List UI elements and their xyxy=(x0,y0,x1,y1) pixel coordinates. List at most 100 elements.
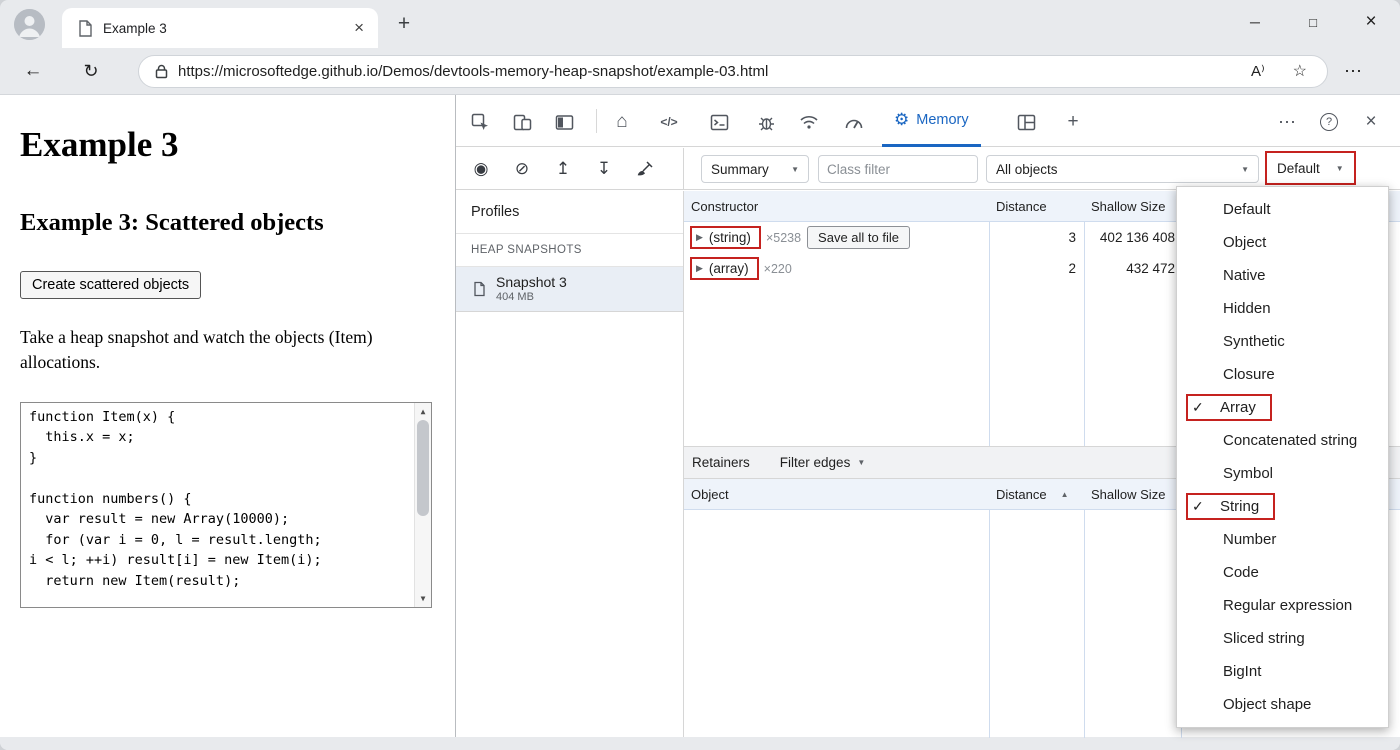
performance-gauge-icon[interactable] xyxy=(841,109,867,135)
filter-edges-select[interactable]: Filter edges ▼ xyxy=(780,455,865,470)
profile-avatar[interactable] xyxy=(14,9,45,40)
memory-tab-label: Memory xyxy=(916,112,968,128)
help-icon[interactable]: ? xyxy=(1316,109,1342,135)
menu-item-regular-expression[interactable]: Regular expression xyxy=(1177,589,1388,622)
sources-icon[interactable]: </> xyxy=(656,109,682,135)
network-wifi-icon[interactable] xyxy=(796,109,822,135)
back-button[interactable]: ← xyxy=(16,54,50,88)
scrollbar-thumb[interactable] xyxy=(417,420,429,516)
favorites-star-icon[interactable]: ☆ xyxy=(1293,61,1307,81)
code-line xyxy=(29,470,405,491)
menu-item-string[interactable]: ✓ String xyxy=(1177,490,1388,523)
window-close-button[interactable]: × xyxy=(1342,0,1400,44)
url-text: https://microsoftedge.github.io/Demos/de… xyxy=(178,63,1251,80)
save-all-to-file-button[interactable]: Save all to file xyxy=(807,226,910,249)
record-heap-snapshot-icon[interactable]: ◉ xyxy=(470,159,492,179)
menu-item-closure[interactable]: Closure xyxy=(1177,358,1388,391)
group-by-select[interactable]: Default ▼ xyxy=(1265,151,1356,185)
dock-side-icon[interactable] xyxy=(551,109,577,135)
column-header-object[interactable]: Object xyxy=(684,479,989,509)
heap-snapshots-heading: HEAP SNAPSHOTS xyxy=(456,234,683,267)
snapshot-icon xyxy=(472,281,487,297)
device-emulation-icon[interactable] xyxy=(509,109,535,135)
code-line: } xyxy=(29,450,405,471)
perspective-select[interactable]: Summary ▼ xyxy=(701,155,809,183)
instance-count: ×5238 xyxy=(766,231,801,245)
shallow-size-value: 402 136 408 xyxy=(1084,230,1181,245)
refresh-button[interactable]: ↻ xyxy=(74,54,108,88)
browser-tab[interactable]: Example 3 × xyxy=(62,8,378,48)
snapshot-size: 404 MB xyxy=(496,291,567,304)
profiles-heading: Profiles xyxy=(456,191,683,234)
menu-item-code[interactable]: Code xyxy=(1177,556,1388,589)
chevron-down-icon: ▼ xyxy=(1241,165,1249,174)
expand-arrow-icon[interactable]: ▶ xyxy=(696,232,703,243)
menu-item-synthetic[interactable]: Synthetic xyxy=(1177,325,1388,358)
menu-item-bigint[interactable]: BigInt xyxy=(1177,655,1388,688)
menu-item-native[interactable]: Native xyxy=(1177,259,1388,292)
code-line: var result = new Array(10000); xyxy=(29,511,405,532)
scroll-down-icon[interactable]: ▼ xyxy=(415,594,431,603)
expand-arrow-icon[interactable]: ▶ xyxy=(696,263,703,274)
chevron-down-icon: ▼ xyxy=(1336,164,1344,173)
snapshot-name: Snapshot 3 xyxy=(496,274,567,291)
browser-window: Example 3 × + ─ □ × ← ↻ https://microsof… xyxy=(0,0,1400,750)
navigation-bar: ← ↻ https://microsoftedge.github.io/Demo… xyxy=(0,48,1400,95)
column-header-shallow-size[interactable]: Shallow Size xyxy=(1084,191,1181,221)
collect-garbage-icon[interactable] xyxy=(634,160,656,178)
shallow-size-value: 432 472 xyxy=(1084,261,1181,276)
browser-menu-icon[interactable]: ⋯ xyxy=(1344,61,1363,82)
menu-item-object-shape[interactable]: Object shape xyxy=(1177,688,1388,721)
class-filter-input[interactable] xyxy=(818,155,978,183)
welcome-home-icon[interactable]: ⌂ xyxy=(609,109,635,135)
menu-item-object[interactable]: Object xyxy=(1177,226,1388,259)
menu-item-array[interactable]: ✓ Array xyxy=(1177,391,1388,424)
read-aloud-icon[interactable]: A⁾ xyxy=(1251,62,1265,80)
issues-bug-icon[interactable] xyxy=(753,109,779,135)
code-line: return new Item(result); xyxy=(29,573,405,594)
column-header-shallow-size[interactable]: Shallow Size xyxy=(1084,479,1181,509)
tab-strip: Example 3 × + ─ □ × xyxy=(0,0,1400,48)
tab-memory[interactable]: ⚙ Memory xyxy=(882,95,981,147)
distance-value: 2 xyxy=(989,261,1084,276)
console-icon[interactable] xyxy=(706,109,732,135)
clear-profiles-icon[interactable]: ⊘ xyxy=(511,159,533,179)
annotation-red-box: ▶ (string) xyxy=(690,226,761,249)
menu-item-number[interactable]: Number xyxy=(1177,523,1388,556)
devtools-close-icon[interactable]: × xyxy=(1358,109,1384,135)
menu-item-sliced-string[interactable]: Sliced string xyxy=(1177,622,1388,655)
minimize-button[interactable]: ─ xyxy=(1226,0,1284,44)
devtools-overflow-icon[interactable]: ⋯ xyxy=(1274,109,1300,135)
retainers-heading: Retainers xyxy=(692,455,750,470)
filter-toolbar: Summary ▼ All objects ▼ Default ▼ xyxy=(684,148,1400,189)
add-panel-icon[interactable]: + xyxy=(1060,109,1086,135)
new-tab-button[interactable]: + xyxy=(390,10,418,38)
code-line: for (var i = 0, l = result.length; xyxy=(29,532,405,553)
code-textarea[interactable]: function Item(x) { this.x = x; } functio… xyxy=(20,402,432,608)
window-bottom-frame xyxy=(0,737,1400,750)
menu-item-concatenated-string[interactable]: Concatenated string xyxy=(1177,424,1388,457)
column-header-distance[interactable]: Distance ▲ xyxy=(989,479,1084,509)
snapshot-item[interactable]: Snapshot 3 404 MB xyxy=(456,267,683,312)
toolbar-divider xyxy=(596,109,597,133)
inspect-element-icon[interactable] xyxy=(467,109,493,135)
layout-panels-icon[interactable] xyxy=(1013,109,1039,135)
profile-actions: ◉ ⊘ ↥ ↧ xyxy=(456,148,684,189)
menu-item-default[interactable]: Default xyxy=(1177,193,1388,226)
constructor-name: (string) xyxy=(709,230,751,245)
menu-item-symbol[interactable]: Symbol xyxy=(1177,457,1388,490)
load-profile-icon[interactable]: ↥ xyxy=(552,159,574,179)
column-header-distance[interactable]: Distance xyxy=(989,191,1084,221)
all-objects-select[interactable]: All objects ▼ xyxy=(986,155,1259,183)
lock-icon xyxy=(155,64,168,79)
group-by-dropdown-menu: Default Object Native Hidden Synthetic C… xyxy=(1176,186,1389,728)
address-bar[interactable]: https://microsoftedge.github.io/Demos/de… xyxy=(138,55,1328,88)
menu-item-hidden[interactable]: Hidden xyxy=(1177,292,1388,325)
scroll-up-icon[interactable]: ▲ xyxy=(415,407,431,416)
create-scattered-objects-button[interactable]: Create scattered objects xyxy=(20,271,201,299)
vertical-scrollbar[interactable]: ▲ ▼ xyxy=(414,403,431,607)
tab-close-icon[interactable]: × xyxy=(354,18,364,38)
column-header-constructor[interactable]: Constructor xyxy=(684,191,989,221)
save-profile-icon[interactable]: ↧ xyxy=(593,159,615,179)
maximize-button[interactable]: □ xyxy=(1284,0,1342,44)
